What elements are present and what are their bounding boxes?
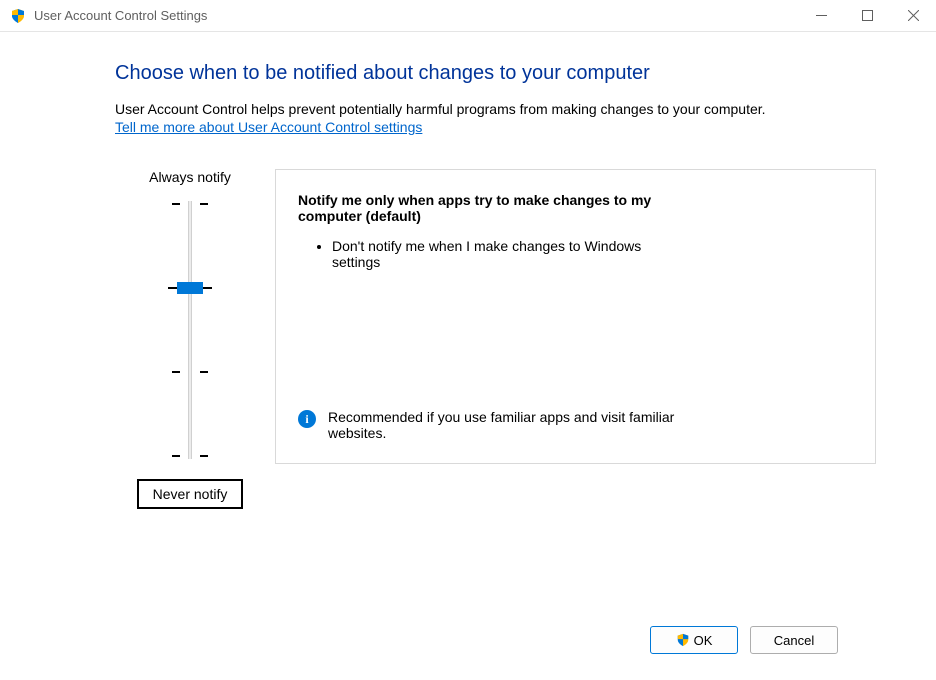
ok-button-label: OK: [694, 633, 713, 648]
page-subtext: User Account Control helps prevent poten…: [115, 101, 876, 117]
panel-bullet: Don't notify me when I make changes to W…: [332, 238, 652, 270]
panel-bullet-list: Don't notify me when I make changes to W…: [302, 238, 853, 276]
panel-recommendation: i Recommended if you use familiar apps a…: [298, 409, 678, 441]
window-title: User Account Control Settings: [34, 8, 207, 23]
notification-slider: Always notify Never notify: [115, 169, 265, 509]
ok-button[interactable]: OK: [650, 626, 738, 654]
cancel-button[interactable]: Cancel: [750, 626, 838, 654]
panel-title: Notify me only when apps try to make cha…: [298, 192, 678, 224]
info-panel: Notify me only when apps try to make cha…: [275, 169, 876, 464]
slider-bottom-label: Never notify: [137, 479, 244, 509]
slider-top-label: Always notify: [149, 169, 231, 185]
maximize-button[interactable]: [844, 0, 890, 31]
help-link[interactable]: Tell me more about User Account Control …: [115, 119, 422, 135]
content-area: Choose when to be notified about changes…: [0, 32, 936, 509]
cancel-button-label: Cancel: [774, 633, 814, 648]
titlebar: User Account Control Settings: [0, 0, 936, 32]
slider-track[interactable]: [160, 197, 220, 463]
slider-thumb[interactable]: [177, 282, 203, 294]
close-button[interactable]: [890, 0, 936, 31]
dialog-buttons: OK Cancel: [650, 626, 838, 654]
uac-shield-icon: [10, 8, 26, 24]
info-icon: i: [298, 410, 316, 428]
page-heading: Choose when to be notified about changes…: [115, 62, 876, 85]
uac-shield-icon: [676, 633, 690, 647]
window-controls: [798, 0, 936, 31]
panel-recommendation-text: Recommended if you use familiar apps and…: [328, 409, 678, 441]
minimize-button[interactable]: [798, 0, 844, 31]
